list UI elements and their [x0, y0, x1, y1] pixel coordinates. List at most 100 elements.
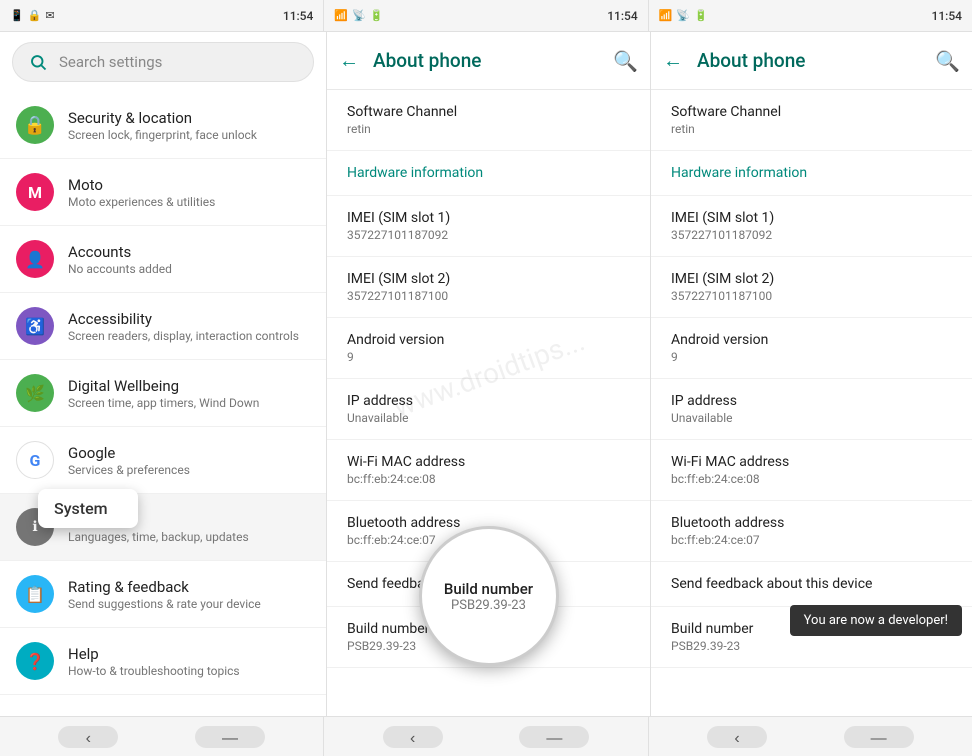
about-item-ip-middle[interactable]: IP address Unavailable	[327, 379, 650, 440]
imei1-title-mid: IMEI (SIM slot 1)	[347, 210, 630, 226]
about-item-android-middle[interactable]: Android version 9	[327, 318, 650, 379]
google-icon: G	[16, 441, 54, 479]
status-panel-mid: 📶 📡 🔋 11:54	[324, 0, 648, 31]
about-item-wifi-right[interactable]: Wi-Fi MAC address bc:ff:eb:24:ce:08	[651, 440, 972, 501]
phone-icon: 📱	[10, 9, 24, 22]
security-icon: 🔒	[16, 106, 54, 144]
digital-icon: 🌿	[16, 374, 54, 412]
sidebar-item-rating[interactable]: 📋 Rating & feedback Send suggestions & r…	[0, 561, 326, 628]
about-item-software-right[interactable]: Software Channel retin	[651, 90, 972, 151]
accounts-text: Accounts No accounts added	[68, 243, 310, 276]
rating-icon: 📋	[16, 575, 54, 613]
search-bar[interactable]: Search settings	[12, 42, 314, 82]
back-button-left[interactable]: ‹	[58, 726, 118, 748]
status-icons-mid: 📶 📡 🔋	[334, 9, 383, 22]
security-subtitle: Screen lock, fingerprint, face unlock	[68, 128, 310, 142]
help-text: Help How-to & troubleshooting topics	[68, 645, 310, 678]
build-circle[interactable]: Build number PSB29.39-23	[419, 526, 559, 666]
moto-text: Moto Moto experiences & utilities	[68, 176, 310, 209]
system-subtitle: Languages, time, backup, updates	[68, 530, 310, 544]
ip-sub-mid: Unavailable	[347, 411, 630, 425]
home-button-left[interactable]: —	[195, 726, 265, 748]
about-item-feedback-right[interactable]: Send feedback about this device	[651, 562, 972, 607]
sidebar-item-security[interactable]: 🔒 Security & location Screen lock, finge…	[0, 92, 326, 159]
wifi-sub-right: bc:ff:eb:24:ce:08	[671, 472, 952, 486]
message-icon: ✉	[45, 9, 54, 22]
about-item-android-right[interactable]: Android version 9	[651, 318, 972, 379]
status-icons-right: 📶 📡 🔋	[659, 9, 708, 22]
build-circle-title: Build number	[444, 580, 533, 598]
search-icon-middle[interactable]: 🔍	[613, 49, 638, 73]
about-item-software-channel[interactable]: Software Channel retin	[327, 90, 650, 151]
about-item-imei2-middle[interactable]: IMEI (SIM slot 2) 357227101187100	[327, 257, 650, 318]
android-sub-right: 9	[671, 350, 952, 364]
sidebar-item-help[interactable]: ❓ Help How-to & troubleshooting topics	[0, 628, 326, 695]
security-title: Security & location	[68, 109, 310, 127]
home-button-mid[interactable]: —	[519, 726, 589, 748]
bottom-nav-mid: ‹ —	[324, 717, 648, 756]
about-item-imei2-right[interactable]: IMEI (SIM slot 2) 357227101187100	[651, 257, 972, 318]
about-panel-middle: ← About phone 🔍 Software Channel retin H…	[327, 32, 651, 716]
accounts-subtitle: No accounts added	[68, 262, 310, 276]
back-button-right[interactable]: ‹	[707, 726, 767, 748]
back-arrow-icon-middle[interactable]: ←	[339, 48, 359, 73]
ip-sub-right: Unavailable	[671, 411, 952, 425]
rating-title: Rating & feedback	[68, 578, 310, 596]
digital-subtitle: Screen time, app timers, Wind Down	[68, 396, 310, 410]
about-item-ip-right[interactable]: IP address Unavailable	[651, 379, 972, 440]
rating-text: Rating & feedback Send suggestions & rat…	[68, 578, 310, 611]
battery-icon-mid: 🔋	[370, 9, 384, 22]
help-subtitle: How-to & troubleshooting topics	[68, 664, 310, 678]
about-panel-right: ← About phone 🔍 Software Channel retin H…	[651, 32, 972, 716]
imei2-title-mid: IMEI (SIM slot 2)	[347, 271, 630, 287]
battery-icon-right: 🔋	[694, 9, 708, 22]
bottom-nav: ‹ — ‹ — ‹ —	[0, 716, 972, 756]
digital-text: Digital Wellbeing Screen time, app timer…	[68, 377, 310, 410]
accessibility-icon: ♿	[16, 307, 54, 345]
google-title: Google	[68, 444, 310, 462]
home-button-right[interactable]: —	[844, 726, 914, 748]
help-title: Help	[68, 645, 310, 663]
back-button-mid[interactable]: ‹	[383, 726, 443, 748]
about-item-imei1-middle[interactable]: IMEI (SIM slot 1) 357227101187092	[327, 196, 650, 257]
accounts-title: Accounts	[68, 243, 310, 261]
build-circle-container: Build number PSB29.39-23	[419, 526, 559, 666]
software-channel-title: Software Channel	[347, 104, 630, 120]
right-panel-header: ← About phone 🔍	[651, 32, 972, 90]
sidebar-item-accessibility[interactable]: ♿ Accessibility Screen readers, display,…	[0, 293, 326, 360]
sidebar-item-digital[interactable]: 🌿 Digital Wellbeing Screen time, app tim…	[0, 360, 326, 427]
sidebar-item-system[interactable]: ℹ System Languages, time, backup, update…	[0, 494, 326, 561]
status-time-right: 11:54	[932, 9, 962, 23]
about-item-wifi-middle[interactable]: Wi-Fi MAC address bc:ff:eb:24:ce:08	[327, 440, 650, 501]
android-title-mid: Android version	[347, 332, 630, 348]
imei2-sub-right: 357227101187100	[671, 289, 952, 303]
imei1-sub-mid: 357227101187092	[347, 228, 630, 242]
imei1-title-right: IMEI (SIM slot 1)	[671, 210, 952, 226]
main-content: Search settings 🔒 Security & location Sc…	[0, 32, 972, 716]
sim-icon-mid: 📡	[352, 9, 366, 22]
status-icons-left: 📱 🔒 ✉	[10, 9, 55, 22]
accessibility-subtitle: Screen readers, display, interaction con…	[68, 329, 310, 343]
status-panel-right: 📶 📡 🔋 11:54	[649, 0, 972, 31]
moto-subtitle: Moto experiences & utilities	[68, 195, 310, 209]
about-item-bt-right[interactable]: Bluetooth address bc:ff:eb:24:ce:07	[651, 501, 972, 562]
status-bar: 📱 🔒 ✉ 11:54 📶 📡 🔋 11:54 📶 📡 🔋 11:54	[0, 0, 972, 32]
google-subtitle: Services & preferences	[68, 463, 310, 477]
ip-title-right: IP address	[671, 393, 952, 409]
help-icon: ❓	[16, 642, 54, 680]
search-icon-right[interactable]: 🔍	[935, 49, 960, 73]
status-time-mid: 11:54	[607, 9, 637, 23]
wifi-title-right: Wi-Fi MAC address	[671, 454, 952, 470]
sidebar-item-accounts[interactable]: 👤 Accounts No accounts added	[0, 226, 326, 293]
about-item-imei1-right[interactable]: IMEI (SIM slot 1) 357227101187092	[651, 196, 972, 257]
developer-toast: You are now a developer!	[790, 605, 962, 636]
software-channel-sub: retin	[347, 122, 630, 136]
sidebar-item-moto[interactable]: M Moto Moto experiences & utilities	[0, 159, 326, 226]
wifi-sub-mid: bc:ff:eb:24:ce:08	[347, 472, 630, 486]
settings-list: 🔒 Security & location Screen lock, finge…	[0, 92, 326, 716]
accessibility-text: Accessibility Screen readers, display, i…	[68, 310, 310, 343]
back-arrow-icon-right[interactable]: ←	[663, 48, 683, 73]
right-panel-title: About phone	[697, 49, 921, 72]
wifi-icon-mid: 📶	[334, 9, 348, 22]
sidebar-item-google[interactable]: G Google Services & preferences	[0, 427, 326, 494]
